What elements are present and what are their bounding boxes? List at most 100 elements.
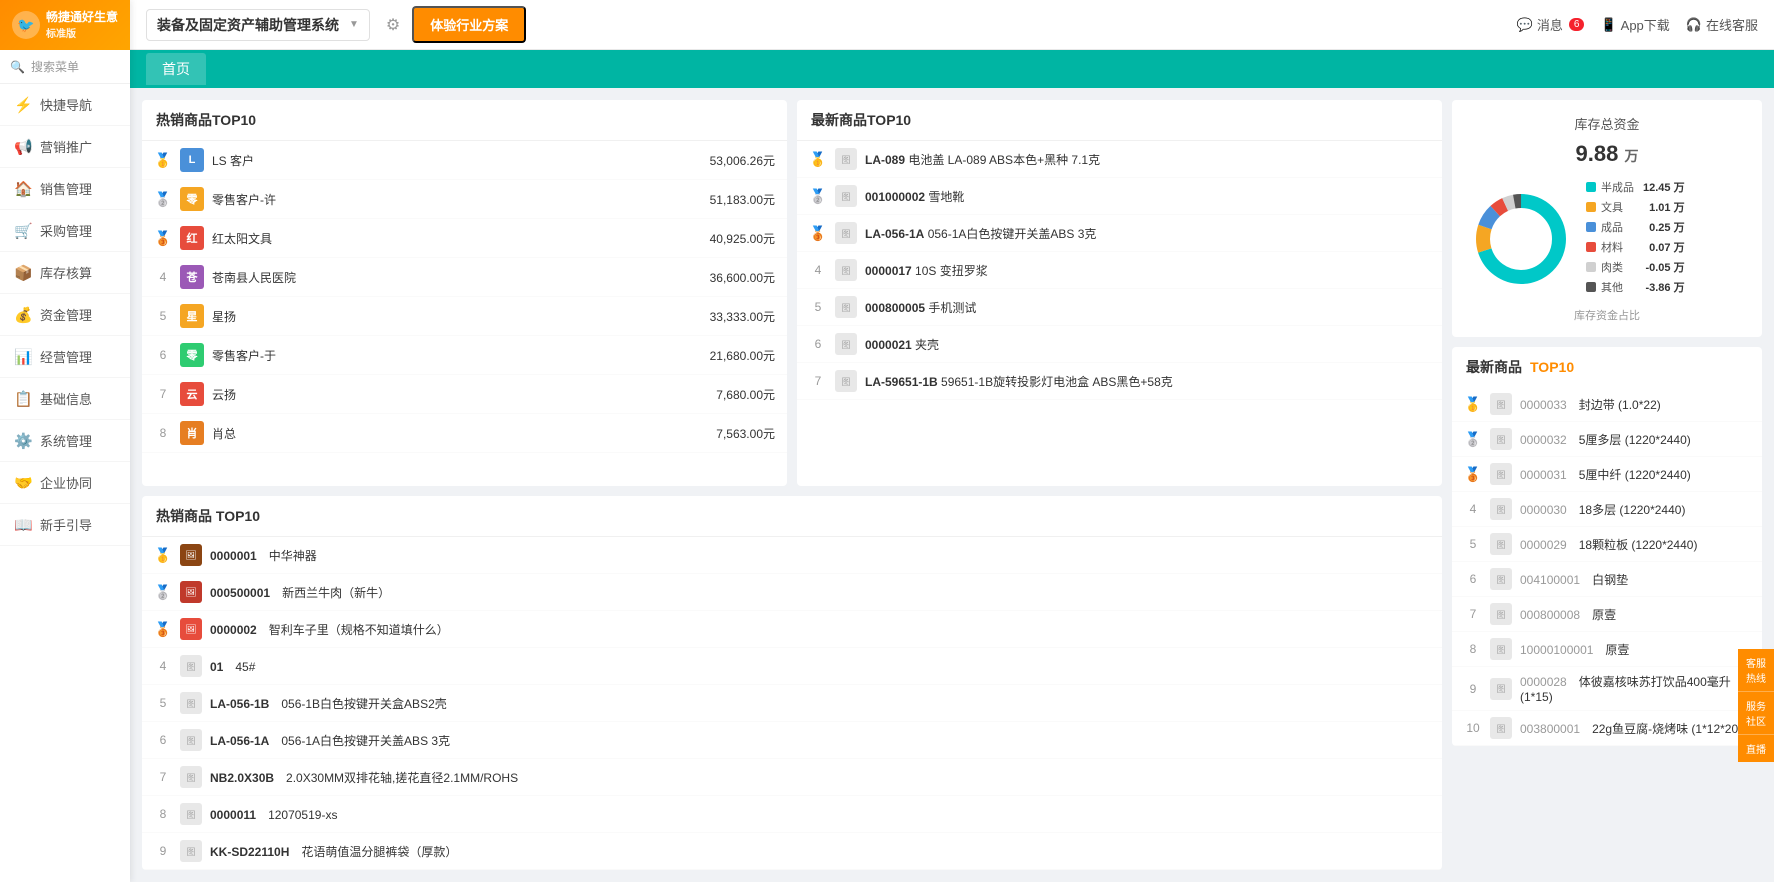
sidebar-item-quick-nav[interactable]: ⚡ 快捷导航: [0, 84, 130, 126]
customer-avatar: 零: [180, 343, 204, 367]
list-item: 5 星 星扬 33,333.00元: [142, 297, 787, 336]
products-rank-panel: 最新商品TOP10 🥇 图 LA-089 电池盖 LA-089 ABS本色+黑种…: [797, 100, 1442, 486]
marketing-icon: 📢: [14, 138, 32, 156]
sidebar-item-finance[interactable]: 💰 资金管理: [0, 294, 130, 336]
trial-button[interactable]: 体验行业方案: [412, 6, 526, 43]
product-avatar: 图: [835, 185, 857, 207]
sidebar-item-label: 基础信息: [40, 389, 92, 408]
app-download-button[interactable]: 📱 App下载: [1600, 15, 1669, 34]
new-product-avatar: 图: [1490, 717, 1512, 739]
list-item: 🥉 🖼 0000002 智利车子里（规格不知道填什么）: [142, 611, 1442, 648]
hot-products-header: 热销商品 TOP10: [142, 496, 1442, 537]
new-product-name: 0000033 封边带 (1.0*22): [1520, 396, 1750, 413]
rank-num: 6: [154, 348, 172, 362]
float-btn-community[interactable]: 服务社区: [1738, 692, 1774, 735]
customer-amount: 40,925.00元: [710, 230, 775, 247]
sidebar-item-purchase[interactable]: 🛒 采购管理: [0, 210, 130, 252]
list-item: 7 图 NB2.0X30B 2.0X30MM双排花轴,搓花直径2.1MM/ROH…: [142, 759, 1442, 796]
sidebar-search[interactable]: 🔍 搜索菜单: [0, 50, 130, 84]
sidebar-item-marketing[interactable]: 📢 营销推广: [0, 126, 130, 168]
rank-num: 4: [154, 659, 172, 673]
sidebar-item-guide[interactable]: 📖 新手引导: [0, 504, 130, 546]
rank-medal: 🥉: [1464, 465, 1482, 483]
rank-num: 4: [1464, 502, 1482, 516]
legend-color-finished: [1586, 222, 1596, 232]
rank-num: 4: [809, 263, 827, 277]
main-area: 装备及固定资产辅助管理系统 ▼ ⚙ 体验行业方案 💬 消息 6 📱 App下载 …: [130, 0, 1774, 882]
list-item: 🥇 🖼 0000001 中华神器: [142, 537, 1442, 574]
float-buttons: 客服热线 服务社区 直播: [1738, 649, 1774, 762]
rank-num: 9: [1464, 682, 1482, 696]
list-item: 🥉 红 红太阳文具 40,925.00元: [142, 219, 787, 258]
new-product-name: 004100001 白钢垫: [1520, 571, 1750, 588]
rank-num: 7: [1464, 607, 1482, 621]
new-product-name: 0000029 18颗粒板 (1220*2440): [1520, 536, 1750, 553]
list-item: 4 图 01 45#: [142, 648, 1442, 685]
list-item: 6 图 LA-056-1A 056-1A白色按键开关盖ABS 3克: [142, 722, 1442, 759]
product-name: 000800005 手机测试: [865, 299, 1430, 316]
legend-item-semi: 半成品 12.45 万: [1586, 179, 1685, 195]
sidebar-item-basic[interactable]: 📋 基础信息: [0, 378, 130, 420]
new-product-item: 6 图 004100001 白钢垫: [1452, 562, 1762, 597]
new-product-avatar: 图: [1490, 393, 1512, 415]
product-image: 图: [180, 803, 202, 825]
float-btn-service[interactable]: 客服热线: [1738, 649, 1774, 692]
topbar-right: 💬 消息 6 📱 App下载 🎧 在线客服: [1517, 15, 1758, 34]
rank-num: 5: [154, 309, 172, 323]
logo-name: 畅捷通好生意: [46, 10, 118, 26]
float-btn-live[interactable]: 直播: [1738, 735, 1774, 762]
system-selector[interactable]: 装备及固定资产辅助管理系统 ▼: [146, 9, 370, 41]
sidebar-item-system[interactable]: ⚙️ 系统管理: [0, 420, 130, 462]
list-item: 4 图 0000017 10S 变扭罗浆: [797, 252, 1442, 289]
list-item: 🥈 图 001000002 雪地靴: [797, 178, 1442, 215]
sidebar-item-inventory[interactable]: 📦 库存核算: [0, 252, 130, 294]
chevron-down-icon: ▼: [349, 19, 359, 30]
new-product-item: 10 图 003800001 22g鱼豆腐-烧烤味 (1*12*20): [1452, 711, 1762, 746]
new-products-panel: 最新商品 TOP10 🥇 图 0000033 封边带 (1.0*22) 🥈 图 …: [1452, 347, 1762, 746]
customer-name: 苍南县人民医院: [212, 269, 702, 286]
gear-icon[interactable]: ⚙: [386, 15, 400, 35]
sidebar-item-cooperation[interactable]: 🤝 企业协同: [0, 462, 130, 504]
customer-amount: 7,680.00元: [716, 386, 775, 403]
legend: 半成品 12.45 万 文具 1.01 万 成品 0.25 万: [1586, 179, 1685, 299]
product-image: 🖼: [180, 581, 202, 603]
product-name: 0000021 夹壳: [865, 336, 1430, 353]
rank-medal: 🥇: [809, 150, 827, 168]
new-product-avatar: 图: [1490, 603, 1512, 625]
system-icon: ⚙️: [14, 432, 32, 450]
product-image: 图: [180, 729, 202, 751]
list-item: 8 图 0000011 12070519-xs: [142, 796, 1442, 833]
product-avatar: 图: [835, 333, 857, 355]
customer-name: LS 客户: [212, 152, 702, 169]
legend-item-finished: 成品 0.25 万: [1586, 219, 1685, 235]
sidebar-item-label: 库存核算: [40, 263, 92, 282]
sidebar-item-operation[interactable]: 📊 经营管理: [0, 336, 130, 378]
new-products-list: 🥇 图 0000033 封边带 (1.0*22) 🥈 图 0000032 5厘多…: [1452, 387, 1762, 746]
sidebar-item-sales[interactable]: 🏠 销售管理: [0, 168, 130, 210]
new-product-avatar: 图: [1490, 463, 1512, 485]
new-product-avatar: 图: [1490, 428, 1512, 450]
inventory-amount: 9.88 万: [1466, 141, 1748, 167]
list-item: 7 图 LA-59651-1B 59651-1B旋转投影灯电池盒 ABS黑色+5…: [797, 363, 1442, 400]
sidebar-item-label: 快捷导航: [40, 95, 92, 114]
hot-products-panel: 热销商品 TOP10 🥇 🖼 0000001 中华神器 🥈 🖼 00050000…: [142, 496, 1442, 870]
rank-num: 7: [154, 387, 172, 401]
online-service-button[interactable]: 🎧 在线客服: [1686, 15, 1758, 34]
rank-num: 10: [1464, 721, 1482, 735]
operation-icon: 📊: [14, 348, 32, 366]
rank-num: 8: [1464, 642, 1482, 656]
col-right: 库存总资金 9.88 万: [1452, 100, 1762, 870]
rank-num: 5: [154, 696, 172, 710]
list-item: 5 图 LA-056-1B 056-1B白色按键开关盒ABS2壳: [142, 685, 1442, 722]
donut-chart: [1466, 184, 1576, 294]
new-products-title: 最新商品 TOP10: [1452, 347, 1762, 387]
rank-medal: 🥈: [809, 187, 827, 205]
new-product-name: 10000100001 原壹: [1520, 641, 1750, 658]
hot-product-name: 0000011 12070519-xs: [210, 806, 1430, 823]
tab-home[interactable]: 首页: [146, 53, 206, 85]
customer-name: 肖总: [212, 425, 708, 442]
sidebar-menu: ⚡ 快捷导航 📢 营销推广 🏠 销售管理 🛒 采购管理 📦 库存核算 💰 资金管…: [0, 84, 130, 882]
message-button[interactable]: 💬 消息 6: [1517, 15, 1585, 34]
product-avatar: 图: [835, 148, 857, 170]
list-item: 4 苍 苍南县人民医院 36,600.00元: [142, 258, 787, 297]
